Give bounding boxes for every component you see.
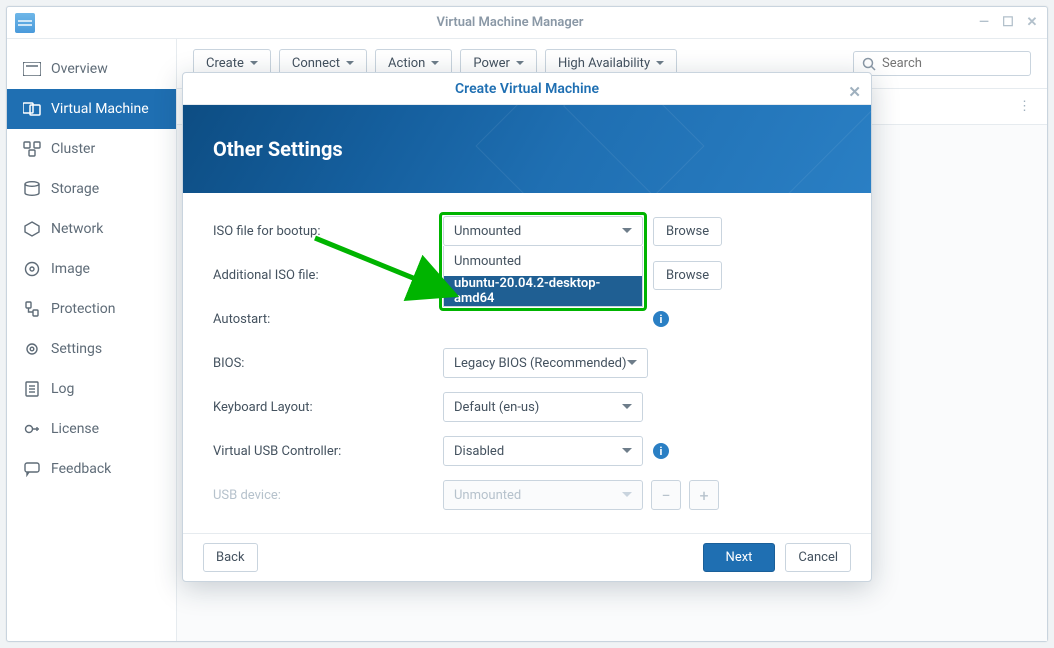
sidebar-item-label: Virtual Machine xyxy=(51,101,149,117)
caret-down-icon xyxy=(516,61,524,69)
dropdown-option-unmounted[interactable]: Unmounted xyxy=(444,246,642,276)
iso-bootup-dropdown: Unmounted ubuntu-20.04.2-desktop-amd64 xyxy=(443,246,643,307)
caret-down-icon xyxy=(622,404,632,414)
iso-bootup-label: ISO file for bootup: xyxy=(213,224,443,239)
bios-label: BIOS: xyxy=(213,356,443,371)
caret-down-icon xyxy=(627,360,637,370)
sidebar-item-label: Image xyxy=(51,261,90,277)
keyboard-layout-select[interactable]: Default (en-us) xyxy=(443,392,643,422)
additional-iso-label: Additional ISO file: xyxy=(213,268,443,283)
usb-remove-button[interactable]: − xyxy=(651,480,681,510)
caret-down-icon xyxy=(622,448,632,458)
sidebar-item-label: Overview xyxy=(51,61,108,77)
sidebar-item-label: License xyxy=(51,421,99,437)
titlebar: Virtual Machine Manager — ☐ ✕ xyxy=(7,7,1047,39)
modal-hero: Other Settings xyxy=(183,105,871,193)
search-box[interactable] xyxy=(853,51,1031,76)
caret-down-icon xyxy=(346,61,354,69)
sidebar-item-network[interactable]: Network xyxy=(7,209,176,249)
modal-footer: Back Next Cancel xyxy=(183,533,871,581)
license-icon xyxy=(23,421,41,437)
additional-iso-browse-button[interactable]: Browse xyxy=(653,261,722,290)
sidebar-item-label: Feedback xyxy=(51,461,111,477)
app-icon xyxy=(15,13,35,33)
overview-icon xyxy=(23,61,41,77)
usb-controller-select[interactable]: Disabled xyxy=(443,436,643,466)
modal-close-icon[interactable]: ✕ xyxy=(848,83,861,101)
sidebar-item-log[interactable]: Log xyxy=(7,369,176,409)
sidebar-item-feedback[interactable]: Feedback xyxy=(7,449,176,489)
network-icon xyxy=(23,221,41,237)
image-icon xyxy=(23,261,41,277)
usb-device-label: USB device: xyxy=(213,488,443,503)
autostart-label: Autostart: xyxy=(213,312,443,327)
sidebar-item-label: Cluster xyxy=(51,141,95,157)
sidebar-item-storage[interactable]: Storage xyxy=(7,169,176,209)
iso-bootup-select[interactable]: Unmounted xyxy=(443,216,643,246)
sidebar-item-image[interactable]: Image xyxy=(7,249,176,289)
iso-bootup-browse-button[interactable]: Browse xyxy=(653,217,722,246)
search-icon xyxy=(862,57,876,71)
protection-icon xyxy=(23,301,41,317)
sidebar: Overview Virtual Machine Cluster Storage… xyxy=(7,39,177,641)
create-vm-modal: Create Virtual Machine ✕ Other Settings … xyxy=(182,72,872,582)
sidebar-item-virtual-machine[interactable]: Virtual Machine xyxy=(7,89,176,129)
vm-icon xyxy=(23,101,41,117)
info-icon[interactable]: i xyxy=(653,443,669,459)
settings-icon xyxy=(23,341,41,357)
sidebar-item-cluster[interactable]: Cluster xyxy=(7,129,176,169)
sidebar-item-protection[interactable]: Protection xyxy=(7,289,176,329)
feedback-icon xyxy=(23,461,41,477)
column-menu-icon[interactable]: ⋮ xyxy=(1018,99,1031,114)
caret-down-icon xyxy=(656,61,664,69)
sidebar-item-license[interactable]: License xyxy=(7,409,176,449)
caret-down-icon xyxy=(431,61,439,69)
search-input[interactable] xyxy=(882,56,1022,71)
modal-titlebar: Create Virtual Machine ✕ xyxy=(183,73,871,105)
maximize-icon[interactable]: ☐ xyxy=(1001,16,1015,30)
usb-add-button[interactable]: + xyxy=(689,480,719,510)
dropdown-option-ubuntu[interactable]: ubuntu-20.04.2-desktop-amd64 xyxy=(444,276,642,306)
storage-icon xyxy=(23,181,41,197)
modal-title: Create Virtual Machine xyxy=(455,81,599,97)
close-icon[interactable]: ✕ xyxy=(1025,16,1039,30)
minimize-icon[interactable]: — xyxy=(977,16,991,30)
caret-down-icon xyxy=(250,61,258,69)
sidebar-item-label: Storage xyxy=(51,181,99,197)
cluster-icon xyxy=(23,141,41,157)
modal-body: ISO file for bootup: Unmounted Unmounted… xyxy=(183,193,871,533)
info-icon[interactable]: i xyxy=(653,311,669,327)
sidebar-item-settings[interactable]: Settings xyxy=(7,329,176,369)
caret-down-icon xyxy=(622,228,632,238)
usb-controller-label: Virtual USB Controller: xyxy=(213,444,443,459)
sidebar-item-label: Log xyxy=(51,381,74,397)
sidebar-item-label: Protection xyxy=(51,301,115,317)
next-button[interactable]: Next xyxy=(703,543,776,572)
bios-select[interactable]: Legacy BIOS (Recommended) xyxy=(443,348,648,378)
window-controls: — ☐ ✕ xyxy=(977,16,1039,30)
window-title: Virtual Machine Manager xyxy=(43,15,977,30)
log-icon xyxy=(23,381,41,397)
back-button[interactable]: Back xyxy=(203,543,258,572)
sidebar-item-label: Network xyxy=(51,221,103,237)
keyboard-layout-label: Keyboard Layout: xyxy=(213,400,443,415)
sidebar-item-label: Settings xyxy=(51,341,102,357)
modal-heading: Other Settings xyxy=(213,137,343,161)
usb-device-select: Unmounted xyxy=(443,480,643,510)
cancel-button[interactable]: Cancel xyxy=(785,543,851,572)
sidebar-item-overview[interactable]: Overview xyxy=(7,49,176,89)
caret-down-icon xyxy=(622,492,632,502)
